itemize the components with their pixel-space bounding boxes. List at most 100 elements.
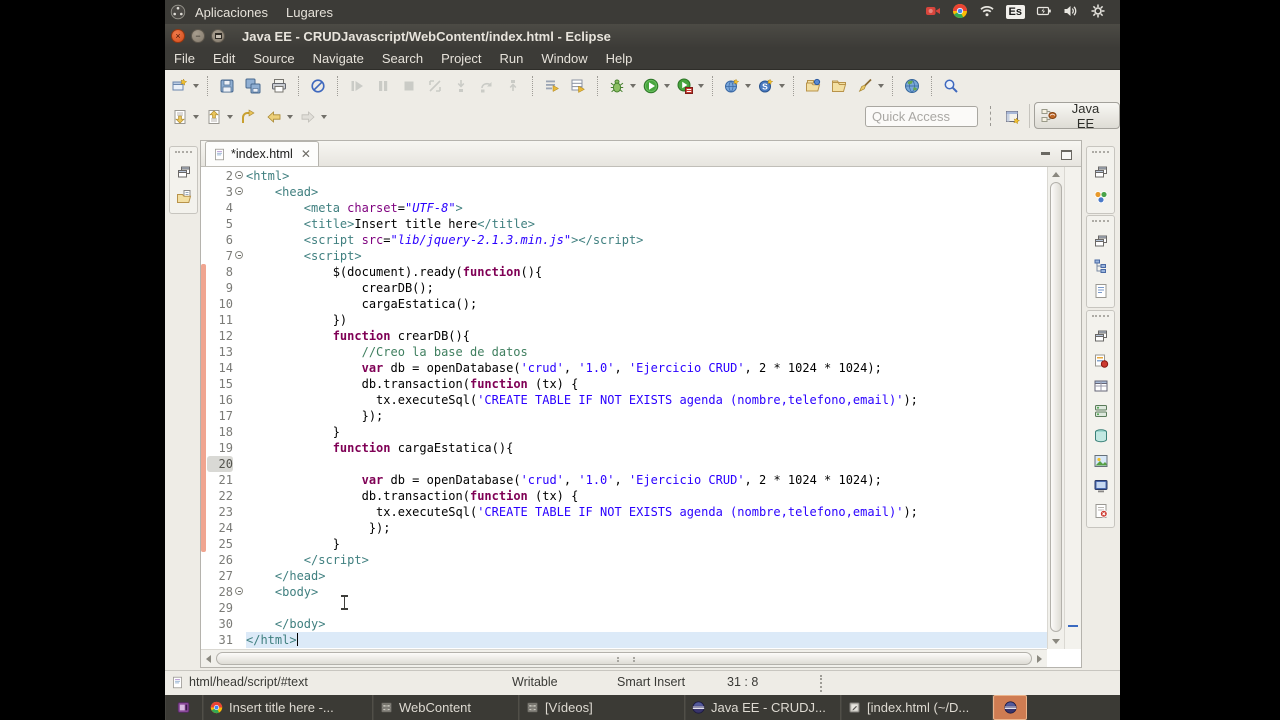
fold-column[interactable] [233,488,246,504]
editor-tab-index-html[interactable]: *index.html ✕ [205,141,319,166]
fold-column[interactable] [233,328,246,344]
skip-all-breakpoints-button[interactable] [305,74,331,98]
last-edit-location-button[interactable] [235,105,261,129]
stack-grip[interactable] [1092,220,1109,225]
fold-collapse-icon[interactable] [235,587,243,595]
fold-collapse-icon[interactable] [235,187,243,195]
snippets-view-button[interactable] [1089,448,1113,473]
taskbar-item-eclipse-6[interactable] [993,695,1027,720]
menu-run[interactable]: Run [491,51,533,66]
menu-project[interactable]: Project [432,51,490,66]
code-lines[interactable]: 2 <html> 3 <head> 4 <meta charset="UTF-8"> 5… [201,168,1047,649]
code-line-12[interactable]: 12 function crearDB(){ [201,328,1047,344]
project-explorer-view-button[interactable] [172,184,196,209]
fold-column[interactable] [233,168,246,184]
stack-grip[interactable] [175,151,192,156]
run-dropdown-icon[interactable] [662,74,672,98]
code-line-8[interactable]: 8 $(document).ready(function(){ [201,264,1047,280]
fold-column[interactable] [233,616,246,632]
battery-tray-item[interactable] [1036,3,1052,22]
debug-button[interactable] [604,74,630,98]
save-button[interactable] [214,74,240,98]
code-line-7[interactable]: 7 <script> [201,248,1047,264]
fold-collapse-icon[interactable] [235,171,243,179]
code-line-16[interactable]: 16 tx.executeSql('CREATE TABLE IF NOT EX… [201,392,1047,408]
window-minimize-button[interactable]: − [191,29,205,43]
code-line-24[interactable]: 24 }); [201,520,1047,536]
code-line-22[interactable]: 22 db.transaction(function (tx) { [201,488,1047,504]
restore-view-button[interactable] [1089,159,1113,184]
fold-column[interactable] [233,232,246,248]
fold-column[interactable] [233,424,246,440]
scroll-up-icon[interactable] [1052,172,1060,177]
back-dropdown-icon[interactable] [285,105,295,129]
code-line-10[interactable]: 10 cargaEstatica(); [201,296,1047,312]
markers-view-button[interactable] [1089,348,1113,373]
restore-view-button[interactable] [1089,323,1113,348]
new-web-wizard-button[interactable] [719,74,745,98]
scroll-left-icon[interactable] [206,654,211,663]
fold-column[interactable] [233,456,246,472]
menu-source[interactable]: Source [244,51,303,66]
open-folder-button[interactable] [826,74,852,98]
restore-view-button[interactable] [1089,228,1113,253]
fold-column[interactable] [233,184,246,200]
open-perspective-button[interactable] [1000,104,1026,129]
applications-logo-icon[interactable] [170,4,186,20]
next-annotation-dropdown-icon[interactable] [191,105,201,129]
save-all-button[interactable] [240,74,266,98]
code-line-25[interactable]: 25 } [201,536,1047,552]
code-line-30[interactable]: 30 </body> [201,616,1047,632]
scroll-down-icon[interactable] [1052,639,1060,644]
code-line-27[interactable]: 27 </head> [201,568,1047,584]
coverage-dropdown-icon[interactable] [696,74,706,98]
stack-grip[interactable] [1092,151,1109,156]
print-button[interactable] [266,74,292,98]
code-line-14[interactable]: 14 var db = openDatabase('crud', '1.0', … [201,360,1047,376]
code-line-23[interactable]: 23 tx.executeSql('CREATE TABLE IF NOT EX… [201,504,1047,520]
menu-file[interactable]: File [165,51,204,66]
paint-brush-button[interactable] [852,74,878,98]
menu-window[interactable]: Window [532,51,596,66]
fold-column[interactable] [233,536,246,552]
new-service-button[interactable]: S [753,74,779,98]
fold-column[interactable] [233,264,246,280]
code-line-13[interactable]: 13 //Creo la base de datos [201,344,1047,360]
menu-search[interactable]: Search [373,51,432,66]
code-line-15[interactable]: 15 db.transaction(function (tx) { [201,376,1047,392]
fold-column[interactable] [233,392,246,408]
taskbar-item-webcontent[interactable]: WebContent [373,695,519,720]
code-line-28[interactable]: 28 <body> [201,584,1047,600]
code-line-4[interactable]: 4 <meta charset="UTF-8"> [201,200,1047,216]
screen-recorder-tray-item[interactable] [925,3,941,22]
fold-column[interactable] [233,200,246,216]
fold-column[interactable] [233,520,246,536]
taskbar-item-media-app-0[interactable] [165,695,203,720]
window-close-button[interactable]: × [171,29,185,43]
code-line-31[interactable]: 31 </html> [201,632,1047,648]
code-line-9[interactable]: 9 crearDB(); [201,280,1047,296]
fold-column[interactable] [233,216,246,232]
fold-column[interactable] [233,472,246,488]
vertical-scrollbar-thumb[interactable] [1050,182,1062,632]
taskbar-item-index-html-d[interactable]: [index.html (~/D... [841,695,993,720]
overview-ruler[interactable] [1064,167,1081,649]
code-line-2[interactable]: 2 <html> [201,168,1047,184]
fold-column[interactable] [233,312,246,328]
vertical-scrollbar[interactable] [1047,167,1064,649]
menu-edit[interactable]: Edit [204,51,244,66]
scroll-right-icon[interactable] [1037,654,1042,663]
fold-column[interactable] [233,552,246,568]
volume-tray-item[interactable] [1063,3,1079,22]
next-annotation-button[interactable] [167,105,193,129]
taskbar-item-insert-title-here[interactable]: Insert title here -... [203,695,373,720]
run-button[interactable] [638,74,664,98]
quick-access-input[interactable] [865,106,978,127]
use-step-filters-button[interactable] [539,74,565,98]
fold-column[interactable] [233,248,246,264]
settings-tray-item[interactable] [1090,3,1106,22]
new-wizard-dropdown-icon[interactable] [191,74,201,98]
paint-brush-dropdown-icon[interactable] [876,74,886,98]
new-web-wizard-dropdown-icon[interactable] [743,74,753,98]
palette-view-button[interactable] [1089,184,1113,209]
